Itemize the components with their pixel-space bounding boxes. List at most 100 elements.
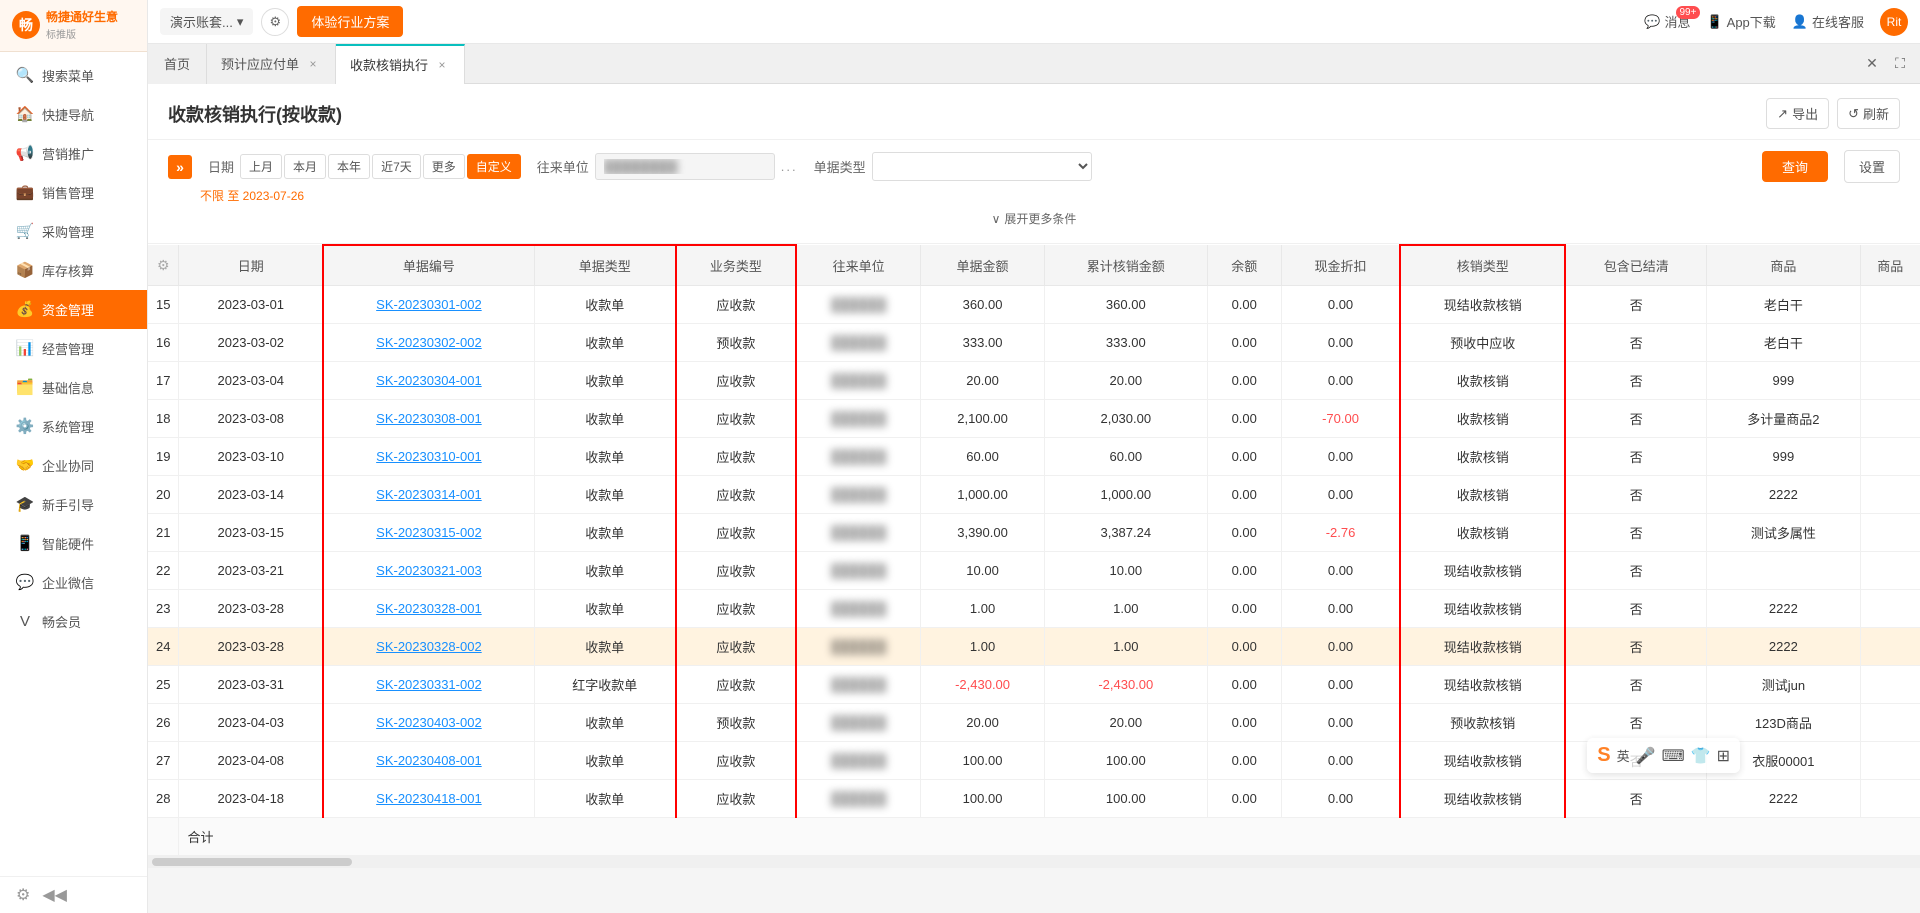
message-icon: 💬	[1644, 14, 1660, 30]
order-link[interactable]: SK-20230301-002	[376, 297, 482, 312]
date-btn-this-month[interactable]: 本月	[284, 154, 326, 179]
gear-button[interactable]: ⚙	[261, 8, 289, 36]
org-name: 演示账套...	[170, 12, 233, 31]
user-avatar[interactable]: Rit	[1880, 8, 1908, 36]
date-btn-last-month[interactable]: 上月	[240, 154, 282, 179]
order-link[interactable]: SK-20230304-001	[376, 373, 482, 388]
settings-bottom-icon[interactable]: ⚙	[16, 885, 30, 905]
sidebar-item-basic[interactable]: 🗂️基础信息	[0, 368, 147, 407]
system-icon: ⚙️	[16, 417, 34, 435]
order-link[interactable]: SK-20230321-003	[376, 563, 482, 578]
cell-no: 19	[148, 438, 179, 476]
counterparty-input[interactable]	[595, 153, 775, 180]
order-link[interactable]: SK-20230310-001	[376, 449, 482, 464]
table-row: 27 2023-04-08 SK-20230408-001 收款单 应收款 ██…	[148, 742, 1920, 780]
sidebar-item-purchase[interactable]: 🛒采购管理	[0, 212, 147, 251]
sidebar-item-wechat[interactable]: 💬企业微信	[0, 563, 147, 602]
tab-payment[interactable]: 收款核销执行 ×	[336, 44, 465, 84]
export-button[interactable]: ↗ 导出	[1766, 98, 1829, 129]
sidebar-item-marketing[interactable]: 📢营销推广	[0, 134, 147, 173]
cell-amount: -2,430.00	[921, 666, 1044, 704]
tab-payment-close[interactable]: ×	[434, 57, 450, 73]
cell-goods	[1707, 552, 1860, 590]
cell-balance: 0.00	[1207, 400, 1281, 438]
sidebar-item-operation[interactable]: 📊经营管理	[0, 329, 147, 368]
app-download-item[interactable]: 📱 App下载	[1706, 12, 1775, 31]
tab-home[interactable]: 首页	[148, 44, 207, 84]
sidebar-item-search[interactable]: 🔍搜索菜单	[0, 56, 147, 95]
query-button[interactable]: 查询	[1762, 151, 1828, 182]
th-counterparty: 往来单位	[796, 245, 921, 286]
tab-expand-btn[interactable]: ⛶	[1888, 52, 1912, 76]
cell-no: 22	[148, 552, 179, 590]
order-link[interactable]: SK-20230418-001	[376, 791, 482, 806]
date-btn-7days[interactable]: 近7天	[372, 154, 421, 179]
cell-order-no: SK-20230403-002	[323, 704, 534, 742]
cell-discount: 0.00	[1281, 362, 1400, 400]
brand: 畅 畅捷通好生意 标推版	[12, 10, 135, 41]
cell-cumulative: 100.00	[1044, 742, 1207, 780]
cell-write-type: 现结收款核销	[1400, 286, 1565, 324]
cell-order-no: SK-20230310-001	[323, 438, 534, 476]
sidebar-item-quick[interactable]: 🏠快捷导航	[0, 95, 147, 134]
tab-close-btn[interactable]: ✕	[1860, 52, 1884, 76]
cell-goods2	[1860, 286, 1920, 324]
date-btn-custom[interactable]: 自定义	[467, 154, 521, 179]
basic-icon: 🗂️	[16, 378, 34, 396]
message-item[interactable]: 💬 消息 99+	[1644, 12, 1690, 31]
filter-toggle[interactable]: »	[168, 155, 192, 179]
cell-cumulative: 3,387.24	[1044, 514, 1207, 552]
page-header-actions: ↗ 导出 ↺ 刷新	[1766, 98, 1900, 129]
order-link[interactable]: SK-20230314-001	[376, 487, 482, 502]
sidebar-label-corp: 企业协同	[42, 456, 94, 475]
order-link[interactable]: SK-20230308-001	[376, 411, 482, 426]
filter-area: » 日期 上月 本月 本年 近7天 更多 自定义 往来单位	[148, 140, 1920, 244]
sidebar-item-sales[interactable]: 💼销售管理	[0, 173, 147, 212]
order-link[interactable]: SK-20230403-002	[376, 715, 482, 730]
export-icon: ↗	[1777, 106, 1788, 122]
column-settings-icon[interactable]: ⚙	[157, 257, 170, 273]
cell-discount: 0.00	[1281, 438, 1400, 476]
sidebar-item-hardware[interactable]: 📱智能硬件	[0, 524, 147, 563]
sidebar-item-finance[interactable]: 💰资金管理	[0, 290, 147, 329]
sidebar-item-guide[interactable]: 🎓新手引导	[0, 485, 147, 524]
cell-discount: 0.00	[1281, 666, 1400, 704]
app-download-label: App下载	[1727, 12, 1776, 31]
cell-order-no: SK-20230308-001	[323, 400, 534, 438]
sidebar-item-corp[interactable]: 🤝企业协同	[0, 446, 147, 485]
date-btn-more[interactable]: 更多	[423, 154, 465, 179]
order-link[interactable]: SK-20230315-002	[376, 525, 482, 540]
sidebar-item-system[interactable]: ⚙️系统管理	[0, 407, 147, 446]
th-settings[interactable]: ⚙	[148, 245, 179, 286]
cell-date: 2023-04-08	[179, 742, 323, 780]
org-selector[interactable]: 演示账套... ▾	[160, 8, 253, 35]
horizontal-scrollbar[interactable]	[152, 858, 352, 866]
table-row: 21 2023-03-15 SK-20230315-002 收款单 应收款 ██…	[148, 514, 1920, 552]
cell-balance: 0.00	[1207, 590, 1281, 628]
cell-date: 2023-03-01	[179, 286, 323, 324]
cell-goods2	[1860, 666, 1920, 704]
sidebar-item-inventory[interactable]: 📦库存核算	[0, 251, 147, 290]
online-service-item[interactable]: 👤 在线客服	[1792, 12, 1864, 31]
cell-balance: 0.00	[1207, 628, 1281, 666]
th-doc-type: 单据类型	[534, 245, 676, 286]
org-dropdown-icon: ▾	[237, 14, 244, 30]
cell-cumulative: 1.00	[1044, 628, 1207, 666]
sidebar-item-member[interactable]: V畅会员	[0, 602, 147, 641]
date-btn-this-year[interactable]: 本年	[328, 154, 370, 179]
order-link[interactable]: SK-20230331-002	[376, 677, 482, 692]
expand-button[interactable]: ∨ 展开更多条件	[992, 210, 1077, 227]
tab-payable[interactable]: 预计应应付单 ×	[207, 44, 336, 84]
doc-type-select[interactable]	[872, 152, 1092, 181]
settings-button[interactable]: 设置	[1844, 150, 1900, 183]
cell-include-settled: 否	[1565, 780, 1707, 818]
tab-payable-close[interactable]: ×	[305, 56, 321, 72]
order-link[interactable]: SK-20230328-002	[376, 639, 482, 654]
cell-cumulative: 1.00	[1044, 590, 1207, 628]
order-link[interactable]: SK-20230408-001	[376, 753, 482, 768]
order-link[interactable]: SK-20230328-001	[376, 601, 482, 616]
collapse-icon[interactable]: ◀◀	[42, 885, 67, 905]
solution-button[interactable]: 体验行业方案	[297, 6, 403, 37]
refresh-button[interactable]: ↺ 刷新	[1837, 98, 1900, 129]
order-link[interactable]: SK-20230302-002	[376, 335, 482, 350]
